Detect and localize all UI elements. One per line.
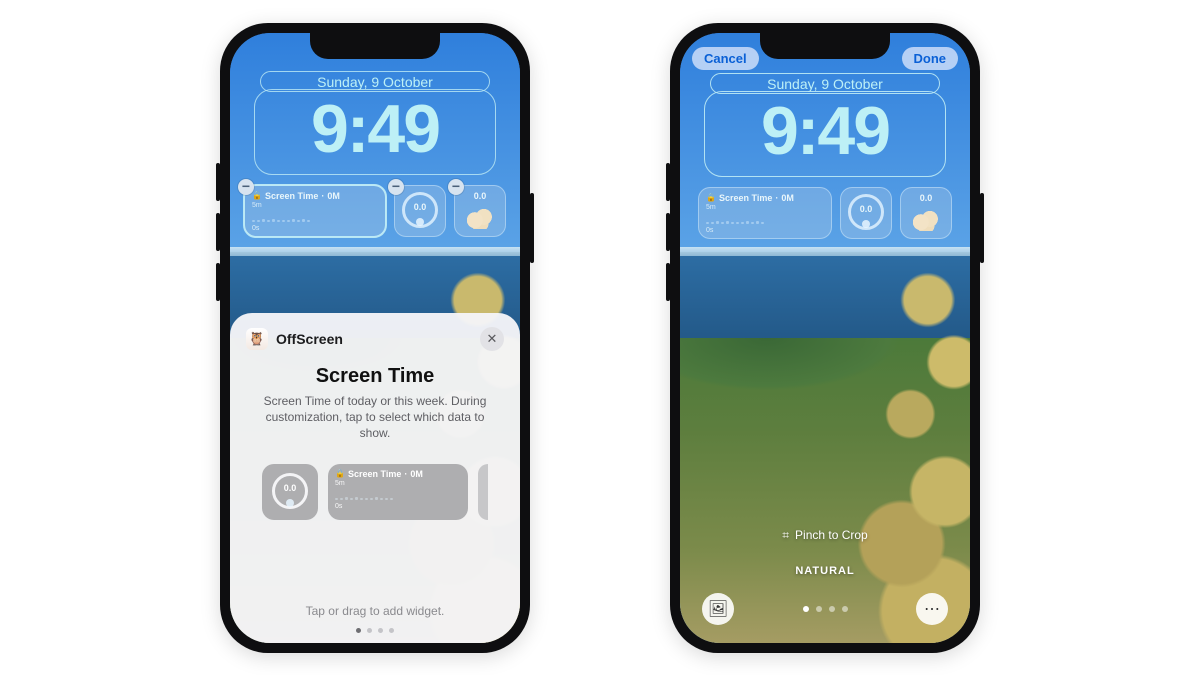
- remove-widget-icon[interactable]: −: [448, 179, 464, 195]
- gauge-icon: 0.0: [848, 194, 884, 230]
- phone-right: Cancel Done Sunday, 9 October 9:49 🔒 Scr…: [670, 23, 980, 653]
- picker-gauge-value: 0.0: [275, 483, 305, 493]
- photo-picker-button[interactable]: 🖼: [702, 593, 734, 625]
- phone-left: Sunday, 9 October 9:49 − 🔒 Screen Time ·…: [220, 23, 530, 653]
- widget-screen-time-label: Screen Time: [719, 193, 772, 203]
- done-button[interactable]: Done: [902, 47, 959, 70]
- widget-screen-time-value: 0M: [327, 191, 340, 201]
- picker-bars: [335, 490, 461, 500]
- picker-value: 0M: [410, 469, 423, 479]
- widget-flower-value: 0.0: [462, 191, 498, 201]
- screen-left: Sunday, 9 October 9:49 − 🔒 Screen Time ·…: [230, 33, 520, 643]
- widget-flower[interactable]: − 0.0: [454, 185, 506, 237]
- crop-icon: ⌗: [782, 528, 789, 543]
- picker-scale-top: 5m: [335, 479, 461, 488]
- style-page-dots[interactable]: [803, 606, 848, 612]
- app-icon: 🦉: [246, 328, 268, 350]
- widget-picker-sheet: 🦉 OffScreen ✕ Screen Time Screen Time of…: [230, 313, 520, 642]
- widget-screen-time[interactable]: − 🔒 Screen Time · 0M 5m 0s: [244, 185, 386, 237]
- sheet-header: 🦉 OffScreen ✕: [246, 327, 504, 351]
- picker-next-peek[interactable]: [478, 464, 488, 520]
- picker-scale-bottom: 0s: [335, 502, 461, 511]
- screen-right: Cancel Done Sunday, 9 October 9:49 🔒 Scr…: [680, 33, 970, 643]
- page-dots: [356, 628, 394, 633]
- widget-scale-bottom: 0s: [252, 224, 378, 233]
- widget-gauge-value: 0.0: [851, 204, 881, 214]
- lockscreen-time[interactable]: 9:49: [704, 91, 946, 177]
- widget-gauge[interactable]: 0.0: [840, 187, 892, 239]
- widget-row[interactable]: − 🔒 Screen Time · 0M 5m 0s − 0.0: [244, 185, 506, 237]
- remove-widget-icon[interactable]: −: [388, 179, 404, 195]
- widget-bars: [252, 212, 378, 222]
- pinch-text: Pinch to Crop: [795, 528, 868, 542]
- flower-icon: [913, 209, 939, 231]
- ellipsis-icon: ⋯: [924, 599, 940, 619]
- remove-widget-icon[interactable]: −: [238, 179, 254, 195]
- widget-scale-top: 5m: [706, 203, 824, 212]
- photo-icon: 🖼: [708, 599, 728, 619]
- gauge-icon: 0.0: [272, 473, 308, 509]
- widget-scale-bottom: 0s: [706, 226, 824, 235]
- widget-gauge[interactable]: − 0.0: [394, 185, 446, 237]
- sheet-hint: Tap or drag to add widget.: [246, 604, 504, 618]
- picker-label: Screen Time: [348, 469, 401, 479]
- widget-screen-time[interactable]: 🔒 Screen Time · 0M 5m 0s: [698, 187, 832, 239]
- widget-picker-row[interactable]: 0.0 🔒 Screen Time · 0M 5m: [246, 464, 504, 520]
- picker-widget-title: 🔒 Screen Time · 0M: [335, 469, 461, 479]
- pinch-to-crop-label: ⌗ Pinch to Crop: [680, 528, 970, 543]
- sheet-title: Screen Time: [246, 365, 504, 388]
- flower-icon: [467, 207, 493, 229]
- widget-bars: [706, 214, 824, 224]
- widget-screen-time-value: 0M: [781, 193, 794, 203]
- widget-flower[interactable]: 0.0: [900, 187, 952, 239]
- lock-icon: 🔒: [335, 469, 345, 478]
- bottom-toolbar: 🖼 ⋯: [680, 593, 970, 625]
- notch: [760, 33, 890, 59]
- widget-row[interactable]: 🔒 Screen Time · 0M 5m 0s 0.0: [698, 187, 952, 239]
- more-button[interactable]: ⋯: [916, 593, 948, 625]
- lockscreen-time[interactable]: 9:49: [254, 89, 496, 175]
- close-icon: ✕: [487, 331, 498, 347]
- cancel-button[interactable]: Cancel: [692, 47, 759, 70]
- picker-widget-gauge[interactable]: 0.0: [262, 464, 318, 520]
- style-label: NATURAL: [680, 565, 970, 577]
- picker-widget-screen-time[interactable]: 🔒 Screen Time · 0M 5m 0s: [328, 464, 468, 520]
- widget-screen-time-title: 🔒 Screen Time · 0M: [706, 193, 824, 203]
- widget-gauge-value: 0.0: [405, 202, 435, 212]
- notch: [310, 33, 440, 59]
- widget-screen-time-label: Screen Time: [265, 191, 318, 201]
- widget-screen-time-title: 🔒 Screen Time · 0M: [252, 191, 378, 201]
- close-button[interactable]: ✕: [480, 327, 504, 351]
- gauge-icon: 0.0: [402, 192, 438, 228]
- widget-flower-value: 0.0: [908, 193, 944, 203]
- lock-icon: 🔒: [252, 191, 262, 200]
- lock-icon: 🔒: [706, 193, 716, 202]
- sheet-description: Screen Time of today or this week. Durin…: [246, 393, 504, 442]
- sheet-app-name: OffScreen: [276, 331, 343, 347]
- widget-scale-top: 5m: [252, 201, 378, 210]
